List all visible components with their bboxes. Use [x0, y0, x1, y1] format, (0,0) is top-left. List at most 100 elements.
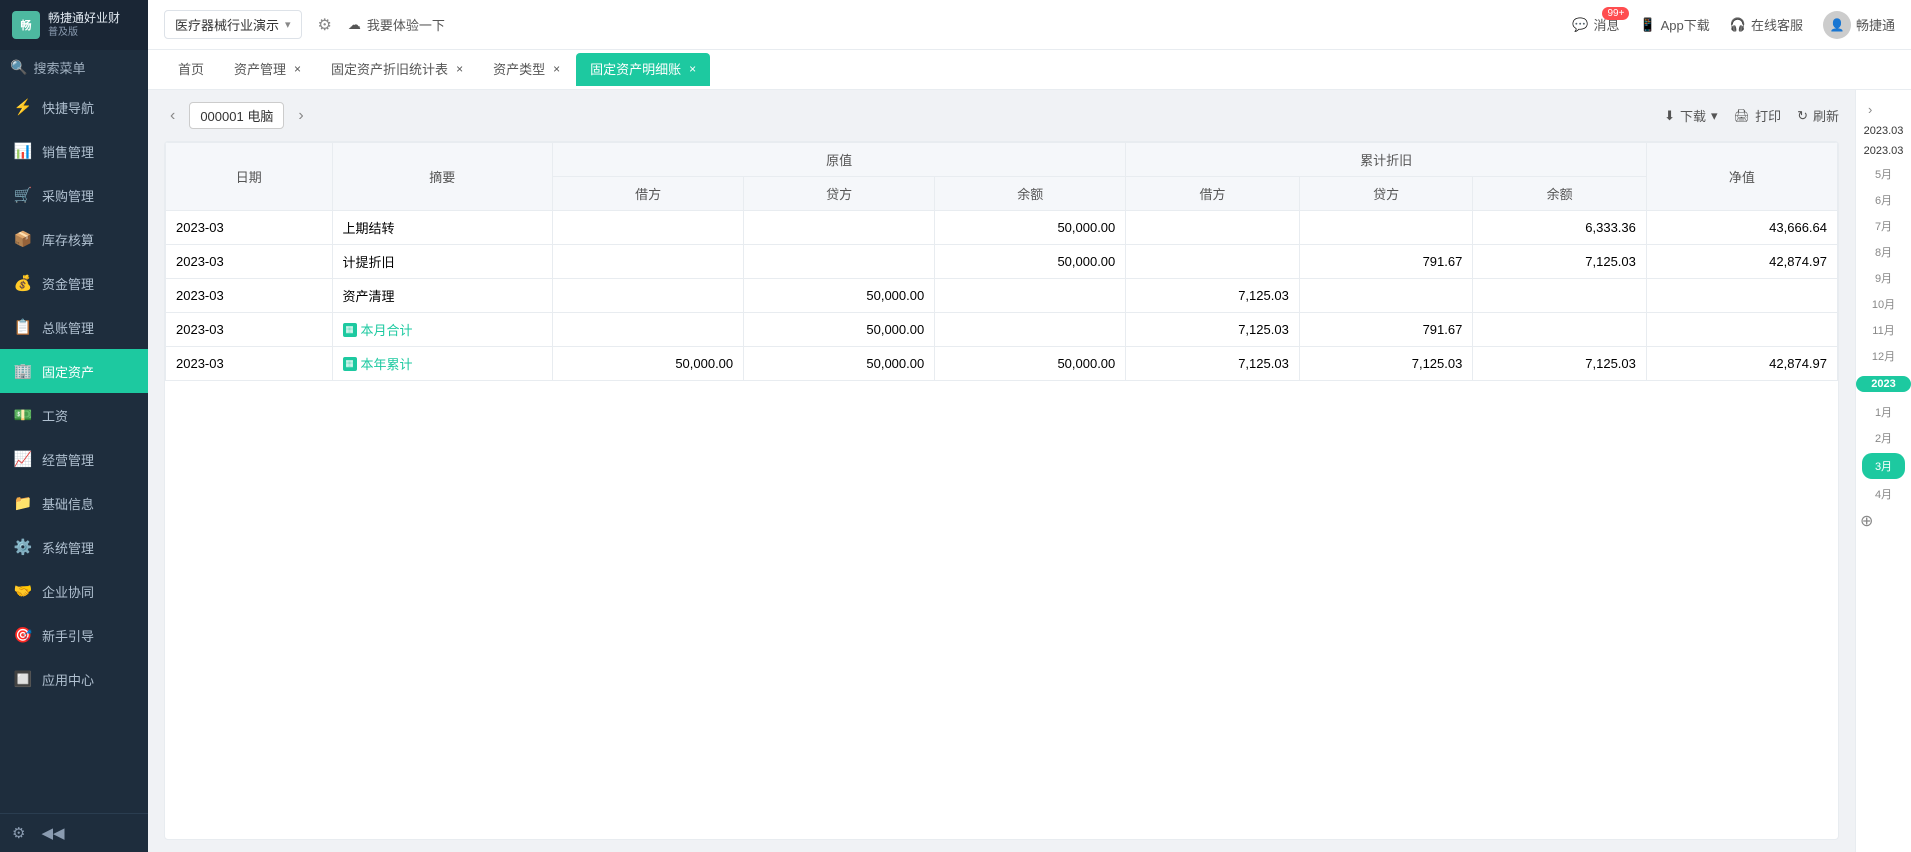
- acc-balance-cell: [1473, 313, 1647, 347]
- tab-close-asset-detail[interactable]: ×: [689, 62, 696, 76]
- app-download-button[interactable]: 📱 App下载: [1639, 15, 1709, 34]
- tab-home[interactable]: 首页: [164, 53, 218, 86]
- sidebar-item-salary[interactable]: 💵 工资: [0, 393, 148, 437]
- settings-gear-icon[interactable]: ⚙: [314, 11, 336, 39]
- timeline-month-item[interactable]: 10月: [1856, 291, 1911, 317]
- orig-credit-cell: [744, 245, 935, 279]
- acc-debit-cell: [1126, 211, 1300, 245]
- acc-debit-cell: 7,125.03: [1126, 313, 1300, 347]
- timeline-month-item[interactable]: 1月: [1856, 399, 1911, 425]
- timeline-month-item[interactable]: 6月: [1856, 187, 1911, 213]
- timeline-month-item[interactable]: 3月: [1862, 453, 1905, 479]
- tabs-bar: 首页 资产管理 × 固定资产折旧统计表 × 资产类型 × 固定资产明细账 ×: [148, 50, 1911, 90]
- table-row: 2023-03 资产清理 50,000.00 7,125.03: [166, 279, 1838, 313]
- sidebar-item-cooperation[interactable]: 🤝 企业协同: [0, 569, 148, 613]
- notification-badge: 99+: [1602, 7, 1629, 20]
- avatar: 👤: [1823, 11, 1851, 39]
- data-table: 日期 摘要 原值 累计折旧 净值 借方 贷方 余额 借方 贷方 余额: [165, 142, 1838, 381]
- sidebar-item-fixed-assets[interactable]: 🏢 固定资产: [0, 349, 148, 393]
- collapse-sidebar-button[interactable]: ◀◀: [41, 824, 64, 842]
- tab-close-depreciation[interactable]: ×: [456, 62, 463, 76]
- th-acc-debit: 借方: [1126, 177, 1300, 211]
- inventory-icon: 📦: [12, 228, 34, 250]
- th-accumulated-depreciation: 累计折旧: [1126, 143, 1647, 177]
- next-asset-button[interactable]: ›: [292, 105, 309, 127]
- timeline-month-item[interactable]: 12月: [1856, 343, 1911, 369]
- timeline-expand-button[interactable]: ⊕: [1856, 507, 1911, 535]
- tab-close-asset-type[interactable]: ×: [553, 62, 560, 76]
- timeline-month-item[interactable]: 8月: [1856, 239, 1911, 265]
- logo-text: 畅捷通好业财 普及版: [48, 11, 120, 40]
- experience-button[interactable]: ☁ 我要体验一下: [348, 15, 445, 34]
- timeline-month-item[interactable]: 4月: [1856, 481, 1911, 507]
- sidebar-item-app-center[interactable]: 🔲 应用中心: [0, 657, 148, 701]
- company-name: 医疗器械行业演示: [175, 15, 279, 34]
- settings-button[interactable]: ⚙: [12, 824, 25, 842]
- orig-debit-cell: [553, 279, 744, 313]
- cooperation-icon: 🤝: [12, 580, 34, 602]
- sidebar-item-guide[interactable]: 🎯 新手引导: [0, 613, 148, 657]
- tab-close-asset-mgmt[interactable]: ×: [294, 62, 301, 76]
- online-service-button[interactable]: 🎧 在线客服: [1730, 15, 1803, 34]
- sidebar-item-inventory[interactable]: 📦 库存核算: [0, 217, 148, 261]
- orig-balance-cell: 50,000.00: [935, 211, 1126, 245]
- timeline-month-item[interactable]: 2月: [1856, 425, 1911, 451]
- operations-icon: 📈: [12, 448, 34, 470]
- date-cell: 2023-03: [166, 347, 333, 381]
- sidebar-search[interactable]: 🔍 搜索菜单: [0, 50, 148, 85]
- timeline-month-item[interactable]: 9月: [1856, 265, 1911, 291]
- timeline-month-item[interactable]: 7月: [1856, 213, 1911, 239]
- ledger-icon: 📋: [12, 316, 34, 338]
- notification-button[interactable]: 💬 消息 99+: [1572, 15, 1619, 34]
- th-date: 日期: [166, 143, 333, 211]
- net-value-cell: [1646, 279, 1837, 313]
- acc-debit-cell: 7,125.03: [1126, 279, 1300, 313]
- sidebar-item-operations[interactable]: 📈 经营管理: [0, 437, 148, 481]
- sidebar-item-sales[interactable]: 📊 销售管理: [0, 129, 148, 173]
- company-selector[interactable]: 医疗器械行业演示 ▾: [164, 10, 302, 39]
- tab-depreciation[interactable]: 固定资产折旧统计表 ×: [317, 53, 477, 86]
- orig-credit-cell: [744, 211, 935, 245]
- timeline-month-item[interactable]: 5月: [1856, 161, 1911, 187]
- net-value-cell: 42,874.97: [1646, 245, 1837, 279]
- fixed-assets-icon: 🏢: [12, 360, 34, 382]
- sidebar-item-system[interactable]: ⚙️ 系统管理: [0, 525, 148, 569]
- data-table-wrapper: 日期 摘要 原值 累计折旧 净值 借方 贷方 余额 借方 贷方 余额: [164, 141, 1839, 840]
- th-original-value: 原值: [553, 143, 1126, 177]
- tab-asset-detail[interactable]: 固定资产明细账 ×: [576, 53, 710, 86]
- tab-asset-type[interactable]: 资产类型 ×: [479, 53, 574, 86]
- th-summary: 摘要: [332, 143, 553, 211]
- timeline-month-item[interactable]: 11月: [1856, 317, 1911, 343]
- sidebar-item-ledger[interactable]: 📋 总账管理: [0, 305, 148, 349]
- timeline-collapse-button[interactable]: ›: [1864, 98, 1876, 121]
- sidebar-item-basic-info[interactable]: 📁 基础信息: [0, 481, 148, 525]
- orig-credit-cell: 50,000.00: [744, 313, 935, 347]
- salary-icon: 💵: [12, 404, 34, 426]
- tab-asset-mgmt[interactable]: 资产管理 ×: [220, 53, 315, 86]
- sidebar-item-capital[interactable]: 💰 资金管理: [0, 261, 148, 305]
- app-center-icon: 🔲: [12, 668, 34, 690]
- table-row: 2023-03 ▦本年累计 50,000.00 50,000.00 50,000…: [166, 347, 1838, 381]
- sidebar-item-purchase[interactable]: 🛒 采购管理: [0, 173, 148, 217]
- refresh-button[interactable]: ↻ 刷新: [1797, 106, 1839, 125]
- guide-icon: 🎯: [12, 624, 34, 646]
- quick-nav-icon: ⚡: [12, 96, 34, 118]
- system-icon: ⚙️: [12, 536, 34, 558]
- main-content: 医疗器械行业演示 ▾ ⚙ ☁ 我要体验一下 💬 消息 99+ 📱 App下载 🎧…: [148, 0, 1911, 852]
- date-cell: 2023-03: [166, 211, 333, 245]
- sidebar-item-quick-nav[interactable]: ⚡ 快捷导航: [0, 85, 148, 129]
- net-value-cell: 43,666.64: [1646, 211, 1837, 245]
- download-button[interactable]: ⬇ 下载 ▾: [1664, 106, 1717, 125]
- th-orig-credit: 贷方: [744, 177, 935, 211]
- table-row: 2023-03 ▦本月合计 50,000.00 7,125.03 791.67: [166, 313, 1838, 347]
- acc-credit-cell: [1299, 279, 1473, 313]
- sales-icon: 📊: [12, 140, 34, 162]
- orig-balance-cell: [935, 279, 1126, 313]
- table-row: 2023-03 计提折旧 50,000.00 791.67 7,125.03 4…: [166, 245, 1838, 279]
- print-button[interactable]: 🖨 打印: [1734, 106, 1782, 125]
- orig-balance-cell: 50,000.00: [935, 245, 1126, 279]
- timeline-panel: › 2023.03 2023.03 5月6月7月8月9月10月11月12月202…: [1855, 90, 1911, 852]
- user-profile[interactable]: 👤 畅捷通: [1823, 11, 1895, 39]
- refresh-icon: ↻: [1797, 108, 1808, 124]
- prev-asset-button[interactable]: ‹: [164, 105, 181, 127]
